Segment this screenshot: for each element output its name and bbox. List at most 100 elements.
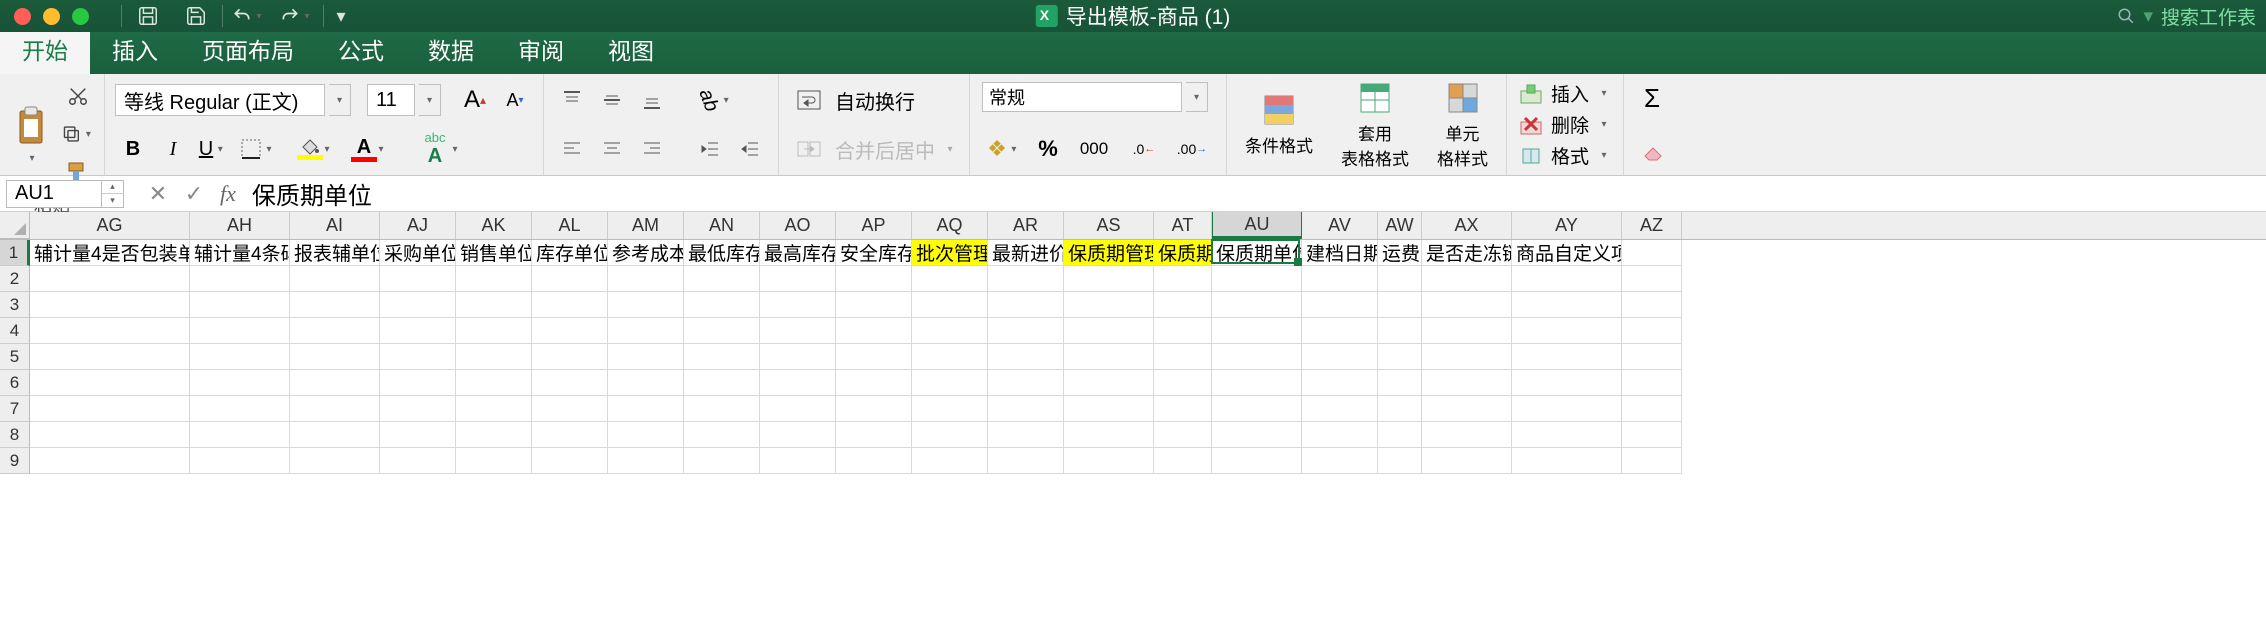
cell-AJ1[interactable]: 采购单位 bbox=[380, 240, 456, 266]
col-header-AZ[interactable]: AZ bbox=[1622, 212, 1682, 239]
cell-AS1[interactable]: 保质期管理 bbox=[1064, 240, 1154, 266]
cell-AP3[interactable] bbox=[836, 292, 912, 318]
cell-AH4[interactable] bbox=[190, 318, 290, 344]
select-all-corner[interactable] bbox=[0, 212, 30, 239]
cell-AM3[interactable] bbox=[608, 292, 684, 318]
cell-AT7[interactable] bbox=[1154, 396, 1212, 422]
cell-AZ8[interactable] bbox=[1622, 422, 1682, 448]
cell-AN7[interactable] bbox=[684, 396, 760, 422]
col-header-AN[interactable]: AN bbox=[684, 212, 760, 239]
currency-button[interactable]: ❖▾ bbox=[982, 131, 1026, 167]
col-header-AP[interactable]: AP bbox=[836, 212, 912, 239]
cut-button[interactable] bbox=[60, 78, 96, 114]
cell-AJ7[interactable] bbox=[380, 396, 456, 422]
cell-AI2[interactable] bbox=[290, 266, 380, 292]
cell-AL3[interactable] bbox=[532, 292, 608, 318]
cell-AS8[interactable] bbox=[1064, 422, 1154, 448]
undo-button[interactable]: ▾ bbox=[225, 2, 273, 30]
cell-AL7[interactable] bbox=[532, 396, 608, 422]
col-header-AM[interactable]: AM bbox=[608, 212, 684, 239]
cell-AU7[interactable] bbox=[1212, 396, 1302, 422]
qat-customize-button[interactable]: ▾ bbox=[326, 2, 356, 30]
cell-AH5[interactable] bbox=[190, 344, 290, 370]
cell-AL8[interactable] bbox=[532, 422, 608, 448]
cell-AG5[interactable] bbox=[30, 344, 190, 370]
col-header-AW[interactable]: AW bbox=[1378, 212, 1422, 239]
delete-cells-button[interactable]: 删除 bbox=[1551, 111, 1589, 138]
row-header-5[interactable]: 5 bbox=[0, 344, 30, 370]
row-header-1[interactable]: 1 bbox=[0, 240, 30, 266]
cell-AU3[interactable] bbox=[1212, 292, 1302, 318]
cell-AH2[interactable] bbox=[190, 266, 290, 292]
cell-AJ9[interactable] bbox=[380, 448, 456, 474]
cell-AO3[interactable] bbox=[760, 292, 836, 318]
increase-indent-button[interactable] bbox=[732, 131, 768, 167]
cell-AV8[interactable] bbox=[1302, 422, 1378, 448]
cell-AR5[interactable] bbox=[988, 344, 1064, 370]
font-name-combo[interactable]: 等线 Regular (正文) bbox=[115, 84, 325, 116]
col-header-AX[interactable]: AX bbox=[1422, 212, 1512, 239]
cell-AQ9[interactable] bbox=[912, 448, 988, 474]
cell-AM5[interactable] bbox=[608, 344, 684, 370]
cell-AG8[interactable] bbox=[30, 422, 190, 448]
cell-AQ4[interactable] bbox=[912, 318, 988, 344]
cell-AP9[interactable] bbox=[836, 448, 912, 474]
row-header-8[interactable]: 8 bbox=[0, 422, 30, 448]
cell-AL2[interactable] bbox=[532, 266, 608, 292]
font-size-combo[interactable]: 11 bbox=[367, 84, 415, 116]
row-header-7[interactable]: 7 bbox=[0, 396, 30, 422]
cell-AP5[interactable] bbox=[836, 344, 912, 370]
row-header-9[interactable]: 9 bbox=[0, 448, 30, 474]
cell-AL6[interactable] bbox=[532, 370, 608, 396]
cell-AO5[interactable] bbox=[760, 344, 836, 370]
cell-AS2[interactable] bbox=[1064, 266, 1154, 292]
cancel-formula-button[interactable]: ✕ bbox=[140, 181, 176, 207]
cell-AW8[interactable] bbox=[1378, 422, 1422, 448]
cell-AW9[interactable] bbox=[1378, 448, 1422, 474]
cell-AI6[interactable] bbox=[290, 370, 380, 396]
align-middle-button[interactable] bbox=[594, 82, 630, 118]
decrease-font-button[interactable]: A▾ bbox=[497, 82, 533, 118]
cell-AM1[interactable]: 参考成本 bbox=[608, 240, 684, 266]
name-box[interactable]: AU1 bbox=[6, 180, 102, 208]
cell-AZ1[interactable] bbox=[1622, 240, 1682, 266]
cell-AK7[interactable] bbox=[456, 396, 532, 422]
cell-AY2[interactable] bbox=[1512, 266, 1622, 292]
cell-AL9[interactable] bbox=[532, 448, 608, 474]
fill-color-button[interactable]: ▾ bbox=[285, 131, 335, 167]
col-header-AH[interactable]: AH bbox=[190, 212, 290, 239]
cell-AJ2[interactable] bbox=[380, 266, 456, 292]
cell-AI7[interactable] bbox=[290, 396, 380, 422]
cell-AN2[interactable] bbox=[684, 266, 760, 292]
cell-AO4[interactable] bbox=[760, 318, 836, 344]
cell-AO9[interactable] bbox=[760, 448, 836, 474]
col-header-AR[interactable]: AR bbox=[988, 212, 1064, 239]
cell-AH6[interactable] bbox=[190, 370, 290, 396]
percent-button[interactable]: % bbox=[1030, 131, 1066, 167]
cell-AP4[interactable] bbox=[836, 318, 912, 344]
insert-cells-button[interactable]: 插入 bbox=[1551, 80, 1589, 107]
cell-AR4[interactable] bbox=[988, 318, 1064, 344]
cell-AU5[interactable] bbox=[1212, 344, 1302, 370]
cell-AP2[interactable] bbox=[836, 266, 912, 292]
cell-AL1[interactable]: 库存单位 bbox=[532, 240, 608, 266]
cell-AU8[interactable] bbox=[1212, 422, 1302, 448]
cell-AT3[interactable] bbox=[1154, 292, 1212, 318]
cell-AY1[interactable]: 商品自定义项 bbox=[1512, 240, 1622, 266]
cell-AN1[interactable]: 最低库存 bbox=[684, 240, 760, 266]
cell-AR7[interactable] bbox=[988, 396, 1064, 422]
cell-AQ1[interactable]: 批次管理 bbox=[912, 240, 988, 266]
cell-AX7[interactable] bbox=[1422, 396, 1512, 422]
col-header-AY[interactable]: AY bbox=[1512, 212, 1622, 239]
cell-AR9[interactable] bbox=[988, 448, 1064, 474]
cell-AI8[interactable] bbox=[290, 422, 380, 448]
cell-AQ6[interactable] bbox=[912, 370, 988, 396]
cell-AQ5[interactable] bbox=[912, 344, 988, 370]
cell-AG6[interactable] bbox=[30, 370, 190, 396]
cell-AL4[interactable] bbox=[532, 318, 608, 344]
name-box-stepper[interactable]: ▴▾ bbox=[102, 180, 124, 208]
cell-AG1[interactable]: 辅计量4是否包装单位 bbox=[30, 240, 190, 266]
row-header-3[interactable]: 3 bbox=[0, 292, 30, 318]
cell-AY9[interactable] bbox=[1512, 448, 1622, 474]
cell-AN9[interactable] bbox=[684, 448, 760, 474]
